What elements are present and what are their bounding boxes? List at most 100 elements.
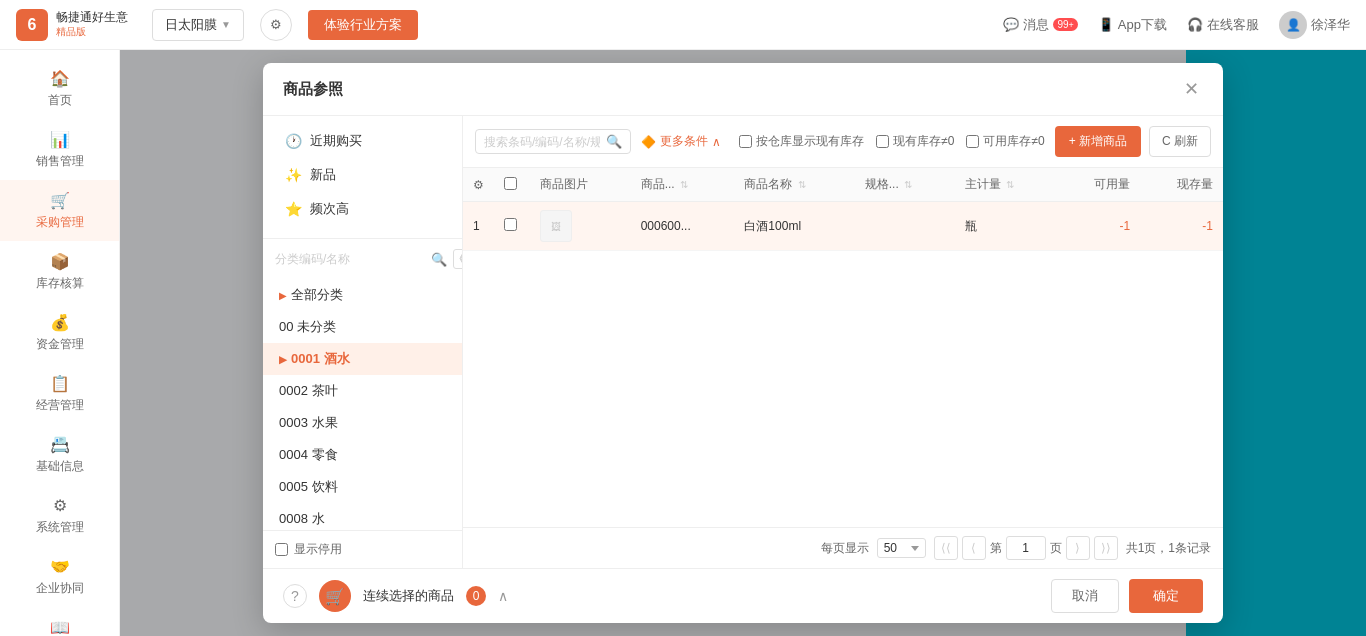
cart-button[interactable]: 🛒 xyxy=(319,580,351,612)
modal-header: 商品参照 ✕ xyxy=(263,63,1223,116)
product-search-input[interactable] xyxy=(484,135,600,149)
cat-00[interactable]: 00 未分类 xyxy=(263,311,462,343)
product-thumbnail: 🖼 xyxy=(540,210,572,242)
cat-0001[interactable]: ▶ 0001 酒水 xyxy=(263,343,462,375)
table-settings-icon[interactable]: ⚙ xyxy=(473,178,484,192)
modal-sidebar-footer: 显示停用 xyxy=(263,530,462,568)
category-search-input[interactable] xyxy=(275,252,425,266)
help-button[interactable]: ? xyxy=(283,584,307,608)
sidebar-item-collab[interactable]: 🤝 企业协同 xyxy=(0,546,119,607)
service-icon: 🎧 xyxy=(1187,17,1203,32)
selected-count: 0 xyxy=(466,586,486,606)
col-available[interactable]: 可用量 xyxy=(1057,168,1140,202)
table-row[interactable]: 1 🖼 000600... 白酒100ml xyxy=(463,202,1223,251)
check-nonzero-stock-input[interactable] xyxy=(876,135,889,148)
sidebar-label-management: 经营管理 xyxy=(36,397,84,414)
product-search-box: 🔍 xyxy=(475,129,631,154)
sidebar-item-basic-info[interactable]: 📇 基础信息 xyxy=(0,424,119,485)
check-available: 可用库存≠0 xyxy=(966,133,1044,150)
show-disabled-label[interactable]: 显示停用 xyxy=(294,541,342,558)
cat-label-0003: 0003 水果 xyxy=(279,414,338,432)
new-label: 新品 xyxy=(310,166,336,184)
new-icon: ✨ xyxy=(285,167,302,183)
user-menu[interactable]: 👤 徐泽华 xyxy=(1279,11,1350,39)
new-product-button[interactable]: ✨ 新品 xyxy=(275,160,450,190)
prev-page-button[interactable]: ⟨ xyxy=(962,536,986,560)
cat-0004[interactable]: 0004 零食 xyxy=(263,439,462,471)
page-number-input[interactable] xyxy=(1006,536,1046,560)
cat-label-all: 全部分类 xyxy=(291,286,343,304)
online-service-button[interactable]: 🎧 在线客服 xyxy=(1187,16,1259,34)
cat-label-0002: 0002 茶叶 xyxy=(279,382,338,400)
select-all-checkbox[interactable] xyxy=(504,177,517,190)
first-page-button[interactable]: ⟨⟨ xyxy=(934,536,958,560)
avatar: 👤 xyxy=(1279,11,1307,39)
sort-unit-icon: ⇅ xyxy=(1006,179,1014,190)
product-table: ⚙ 商品图片 xyxy=(463,168,1223,251)
sidebar-label-finance: 资金管理 xyxy=(36,336,84,353)
sidebar-item-management[interactable]: 📋 经营管理 xyxy=(0,363,119,424)
last-page-button[interactable]: ⟩⟩ xyxy=(1094,536,1118,560)
page-nav: ⟨⟨ ⟨ 第 页 ⟩ ⟩⟩ xyxy=(934,536,1118,560)
sidebar-item-home[interactable]: 🏠 首页 xyxy=(0,58,119,119)
add-product-button[interactable]: + 新增商品 xyxy=(1055,126,1141,157)
filter-button[interactable]: 🔶 更多条件 ∧ xyxy=(641,133,721,150)
show-disabled-checkbox[interactable] xyxy=(275,543,288,556)
recent-purchase-button[interactable]: 🕐 近期购买 xyxy=(275,126,450,156)
messages-button[interactable]: 💬 消息 99+ xyxy=(1003,16,1077,34)
sidebar-label-sales: 销售管理 xyxy=(36,153,84,170)
cancel-button[interactable]: 取消 xyxy=(1051,579,1119,613)
modal-main: 🔍 🔶 更多条件 ∧ 按仓库显示现有库存 xyxy=(463,116,1223,568)
sidebar-collapse-button[interactable]: 《 xyxy=(453,249,463,269)
modal-sidebar: 🕐 近期购买 ✨ 新品 ⭐ 频次高 xyxy=(263,116,463,568)
refresh-button[interactable]: C 刷新 xyxy=(1149,126,1211,157)
check-available-input[interactable] xyxy=(966,135,979,148)
company-dropdown[interactable]: 日太阳膜 ▼ xyxy=(152,9,244,41)
sidebar-item-guide[interactable]: 📖 新手引导 xyxy=(0,607,119,636)
toolbar-actions: + 新增商品 C 刷新 xyxy=(1055,126,1211,157)
trial-button[interactable]: 体验行业方案 xyxy=(308,10,418,40)
sidebar-item-inventory[interactable]: 📦 库存核算 xyxy=(0,241,119,302)
cat-label-0005: 0005 饮料 xyxy=(279,478,338,496)
confirm-button[interactable]: 确定 xyxy=(1129,579,1203,613)
footer-collapse-icon[interactable]: ∧ xyxy=(498,588,508,604)
col-code[interactable]: 商品... ⇅ xyxy=(631,168,735,202)
gear-button[interactable]: ⚙ xyxy=(260,9,292,41)
modal-close-button[interactable]: ✕ xyxy=(1179,77,1203,101)
filter-checks: 按仓库显示现有库存 现有库存≠0 可用库存≠0 xyxy=(739,133,1045,150)
sidebar-label-basic-info: 基础信息 xyxy=(36,458,84,475)
app-download-button[interactable]: 📱 App下载 xyxy=(1098,16,1167,34)
row-num: 1 xyxy=(463,202,494,251)
col-name[interactable]: 商品名称 ⇅ xyxy=(734,168,854,202)
product-search-icon[interactable]: 🔍 xyxy=(606,134,622,149)
col-unit[interactable]: 主计量 ⇅ xyxy=(955,168,1058,202)
category-search-icon[interactable]: 🔍 xyxy=(431,252,447,267)
message-icon: 💬 xyxy=(1003,17,1019,32)
company-name: 日太阳膜 xyxy=(165,16,217,34)
cat-0003[interactable]: 0003 水果 xyxy=(263,407,462,439)
sidebar-item-sales[interactable]: 📊 销售管理 xyxy=(0,119,119,180)
user-name: 徐泽华 xyxy=(1311,16,1350,34)
sidebar-label-system: 系统管理 xyxy=(36,519,84,536)
per-page-select[interactable]: 50 100 200 xyxy=(877,538,926,558)
cat-0008[interactable]: 0008 水 xyxy=(263,503,462,530)
frequent-icon: ⭐ xyxy=(285,201,302,217)
cat-0005[interactable]: 0005 饮料 xyxy=(263,471,462,503)
sidebar-item-finance[interactable]: 💰 资金管理 xyxy=(0,302,119,363)
frequent-button[interactable]: ⭐ 频次高 xyxy=(275,194,450,224)
sidebar: 🏠 首页 📊 销售管理 🛒 采购管理 📦 库存核算 💰 资金管理 📋 经营管理 … xyxy=(0,50,120,636)
sidebar-item-purchase[interactable]: 🛒 采购管理 xyxy=(0,180,119,241)
cat-0002[interactable]: 0002 茶叶 xyxy=(263,375,462,407)
next-page-button[interactable]: ⟩ xyxy=(1066,536,1090,560)
col-stock[interactable]: 现存量 xyxy=(1140,168,1223,202)
check-warehouse-input[interactable] xyxy=(739,135,752,148)
page-info: 共1页，1条记录 xyxy=(1126,540,1211,557)
sidebar-item-system[interactable]: ⚙ 系统管理 xyxy=(0,485,119,546)
modal-sidebar-top: 🕐 近期购买 ✨ 新品 ⭐ 频次高 xyxy=(263,116,462,234)
row-checkbox[interactable] xyxy=(504,218,517,231)
row-name: 白酒100ml xyxy=(734,202,854,251)
col-spec[interactable]: 规格... ⇅ xyxy=(855,168,955,202)
modal-footer: ? 🛒 连续选择的商品 0 ∧ 取消 确定 xyxy=(263,568,1223,623)
logo-sub: 精品版 xyxy=(56,25,128,39)
cat-all[interactable]: ▶ 全部分类 xyxy=(263,279,462,311)
